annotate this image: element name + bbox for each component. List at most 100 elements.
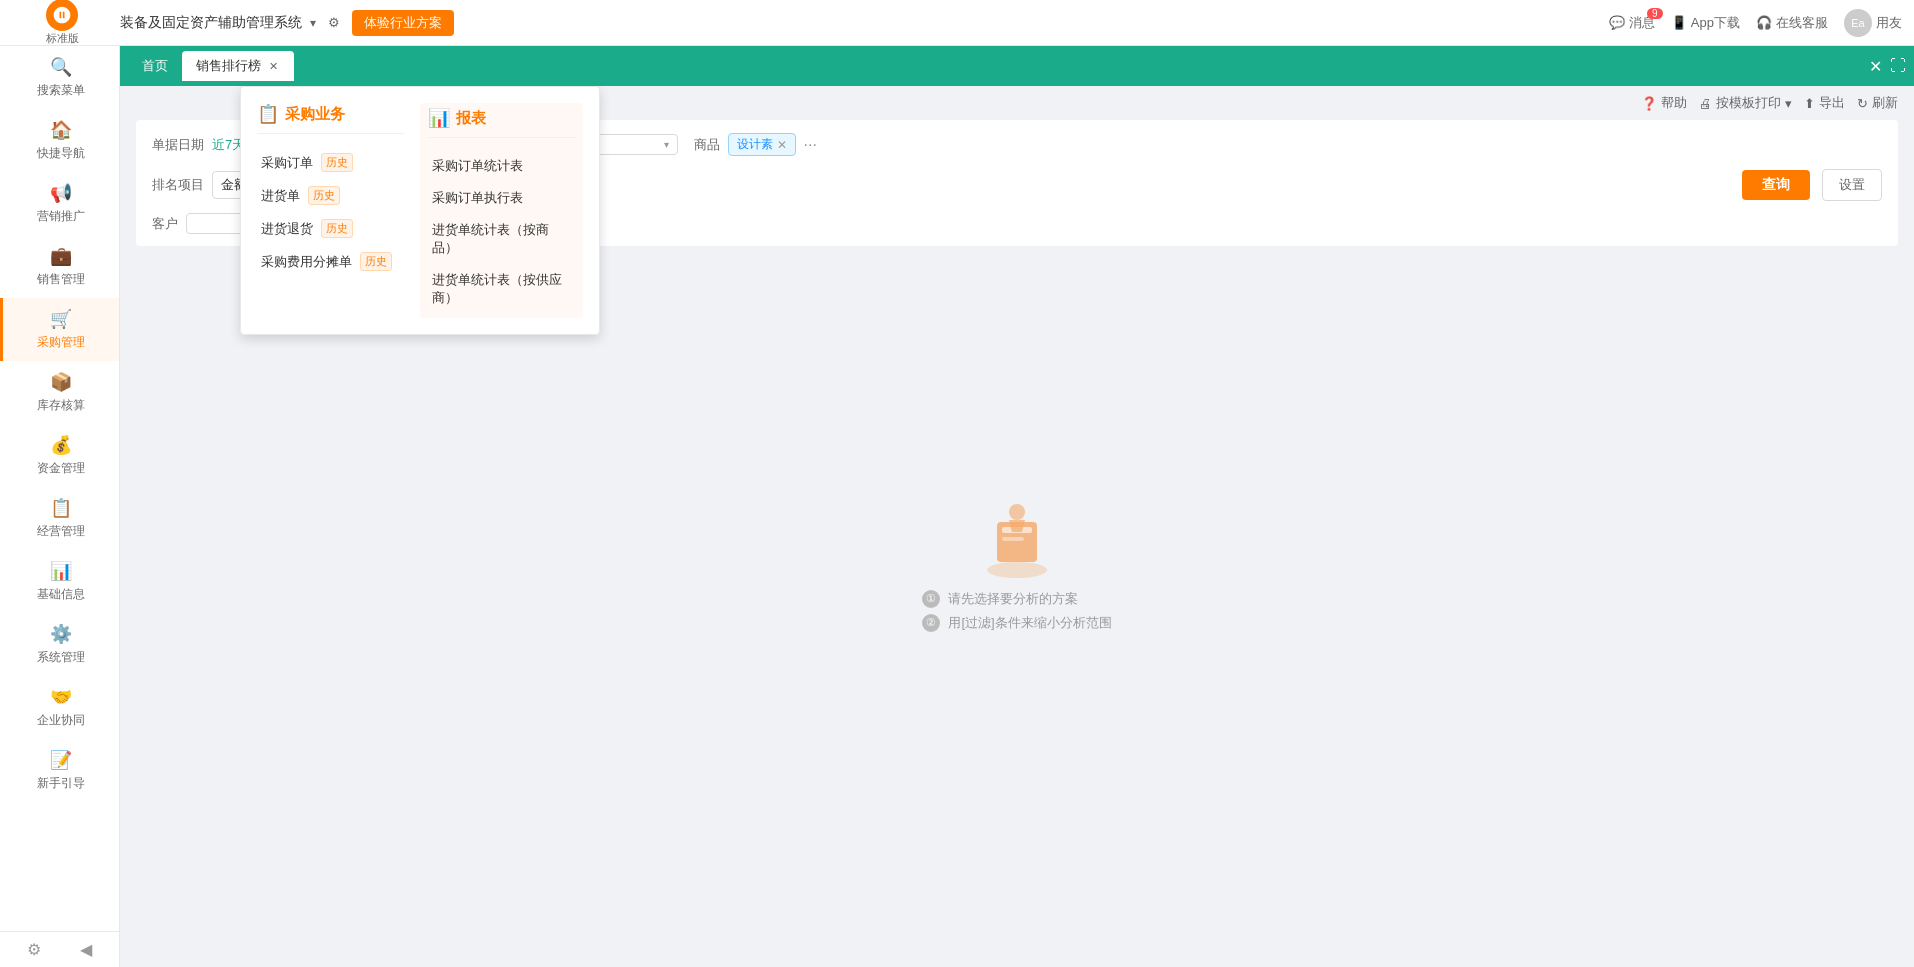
tab-home-label: 首页 bbox=[142, 57, 168, 75]
user-btn[interactable]: Ea 用友 bbox=[1844, 9, 1902, 37]
dropdown-item-incoming[interactable]: 进货单 历史 bbox=[257, 179, 404, 212]
dropdown-item-po-stats[interactable]: 采购订单统计表 bbox=[428, 150, 575, 182]
dropdown-item-po-exec[interactable]: 采购订单执行表 bbox=[428, 182, 575, 214]
logo-area: 标准版 bbox=[12, 0, 112, 46]
sidebar-item-operations[interactable]: 📋 经营管理 bbox=[0, 487, 119, 550]
dropdown-item-incoming-stats-product[interactable]: 进货单统计表（按商品） bbox=[428, 214, 575, 264]
report-section: 📊 报表 采购订单统计表 采购订单执行表 进货单统计表（按商品） bbox=[420, 103, 583, 318]
sidebar-item-system[interactable]: ⚙️ 系统管理 bbox=[0, 613, 119, 676]
dropdown-menu: 📋 采购业务 采购订单 历史 进货单 历史 进货退货 bbox=[240, 86, 600, 335]
sidebar-label-inventory: 库存核算 bbox=[37, 397, 85, 414]
history-badge-2: 历史 bbox=[308, 186, 340, 205]
dropdown-item-cost-split[interactable]: 采购费用分摊单 历史 bbox=[257, 245, 404, 278]
funds-icon: 💰 bbox=[50, 434, 72, 456]
tab-sales-ranking[interactable]: 销售排行榜 ✕ bbox=[182, 51, 294, 81]
sidebar-label-search: 搜索菜单 bbox=[37, 82, 85, 99]
po-stats-label: 采购订单统计表 bbox=[432, 157, 523, 175]
sidebar-settings-btn[interactable]: ⚙ bbox=[27, 940, 41, 959]
user-avatar-text: Ea bbox=[1851, 17, 1864, 29]
user-avatar: Ea bbox=[1844, 9, 1872, 37]
marketing-icon: 📢 bbox=[50, 182, 72, 204]
purchase-section-label: 采购业务 bbox=[285, 105, 345, 124]
sidebar: 🔍 搜索菜单 🏠 快捷导航 📢 营销推广 💼 销售管理 🛒 采购管理 📦 库存核… bbox=[0, 46, 120, 967]
purchase-section: 📋 采购业务 采购订单 历史 进货单 历史 进货退货 bbox=[257, 103, 404, 318]
rank-item-label: 排名项目 bbox=[152, 176, 204, 194]
header-settings-btn[interactable]: ⚙ bbox=[324, 11, 344, 34]
dropdown-item-incoming-stats-supplier[interactable]: 进货单统计表（按供应商） bbox=[428, 264, 575, 314]
dropdown-overlay: 📋 采购业务 采购订单 历史 进货单 历史 进货退货 bbox=[240, 86, 1914, 967]
home-icon: 🏠 bbox=[50, 119, 72, 141]
incoming-label: 进货单 bbox=[261, 187, 300, 205]
enterprise-icon: 🤝 bbox=[50, 686, 72, 708]
search-icon: 🔍 bbox=[50, 56, 72, 78]
report-section-title: 📊 报表 bbox=[428, 107, 575, 138]
sidebar-item-inventory[interactable]: 📦 库存核算 bbox=[0, 361, 119, 424]
purchase-order-label: 采购订单 bbox=[261, 154, 313, 172]
return-label: 进货退货 bbox=[261, 220, 313, 238]
tab-close-icon[interactable]: ✕ bbox=[267, 58, 280, 75]
sidebar-item-basic-info[interactable]: 📊 基础信息 bbox=[0, 550, 119, 613]
app-download-btn[interactable]: 📱 App下载 bbox=[1671, 14, 1740, 32]
sidebar-label-operations: 经营管理 bbox=[37, 523, 85, 540]
system-dropdown-btn[interactable]: ▾ bbox=[310, 16, 316, 30]
purchase-icon: 🛒 bbox=[50, 308, 72, 330]
po-exec-label: 采购订单执行表 bbox=[432, 189, 523, 207]
dropdown-item-return[interactable]: 进货退货 历史 bbox=[257, 212, 404, 245]
history-badge-4: 历史 bbox=[360, 252, 392, 271]
dropdown-item-purchase-order[interactable]: 采购订单 历史 bbox=[257, 146, 404, 179]
app-download-label: App下载 bbox=[1691, 14, 1740, 32]
online-service-label: 在线客服 bbox=[1776, 14, 1828, 32]
purchase-section-icon: 📋 bbox=[257, 103, 279, 125]
sidebar-label-marketing: 营销推广 bbox=[37, 208, 85, 225]
sidebar-label-basic-info: 基础信息 bbox=[37, 586, 85, 603]
sidebar-label-purchase: 采购管理 bbox=[37, 334, 85, 351]
tab-bar-right: ✕ ⛶ bbox=[1869, 57, 1906, 76]
customer-label: 客户 bbox=[152, 215, 178, 233]
tab-home[interactable]: 首页 bbox=[128, 51, 182, 81]
history-badge-1: 历史 bbox=[321, 153, 353, 172]
date-label: 单据日期 bbox=[152, 136, 204, 154]
phone-icon: 📱 bbox=[1671, 15, 1687, 30]
purchase-section-title: 📋 采购业务 bbox=[257, 103, 404, 134]
sidebar-item-search[interactable]: 🔍 搜索菜单 bbox=[0, 46, 119, 109]
sidebar-item-quick-nav[interactable]: 🏠 快捷导航 bbox=[0, 109, 119, 172]
online-service-btn[interactable]: 🎧 在线客服 bbox=[1756, 14, 1828, 32]
sidebar-label-funds: 资金管理 bbox=[37, 460, 85, 477]
sidebar-bottom: ⚙ ◀ bbox=[0, 931, 119, 967]
sidebar-item-funds[interactable]: 💰 资金管理 bbox=[0, 424, 119, 487]
sidebar-item-sales[interactable]: 💼 销售管理 bbox=[0, 235, 119, 298]
sidebar-item-enterprise[interactable]: 🤝 企业协同 bbox=[0, 676, 119, 739]
sidebar-item-purchase[interactable]: 🛒 采购管理 bbox=[0, 298, 119, 361]
tab-maximize-btn[interactable]: ⛶ bbox=[1890, 57, 1906, 76]
sidebar-label-system: 系统管理 bbox=[37, 649, 85, 666]
inventory-icon: 📦 bbox=[50, 371, 72, 393]
guide-icon: 📝 bbox=[50, 749, 72, 771]
page-content: ❓ 帮助 🖨 按模板打印 ▾ ⬆ 导出 ↻ 刷新 bbox=[120, 86, 1914, 967]
operations-icon: 📋 bbox=[50, 497, 72, 519]
sidebar-label-guide: 新手引导 bbox=[37, 775, 85, 792]
logo-icon bbox=[46, 0, 78, 31]
tab-close-all-btn[interactable]: ✕ bbox=[1869, 57, 1882, 76]
cost-split-label: 采购费用分摊单 bbox=[261, 253, 352, 271]
message-badge: 9 bbox=[1647, 8, 1663, 19]
sidebar-label-enterprise: 企业协同 bbox=[37, 712, 85, 729]
main-container: 🔍 搜索菜单 🏠 快捷导航 📢 营销推广 💼 销售管理 🛒 采购管理 📦 库存核… bbox=[0, 46, 1914, 967]
report-section-icon: 📊 bbox=[428, 107, 450, 129]
sidebar-collapse-btn[interactable]: ◀ bbox=[80, 940, 92, 959]
sales-icon: 💼 bbox=[50, 245, 72, 267]
user-label: 用友 bbox=[1876, 14, 1902, 32]
message-btn[interactable]: 💬 消息 9 bbox=[1609, 14, 1655, 32]
service-icon: 🎧 bbox=[1756, 15, 1772, 30]
sidebar-label-quick-nav: 快捷导航 bbox=[37, 145, 85, 162]
history-badge-3: 历史 bbox=[321, 219, 353, 238]
top-header: 标准版 装备及固定资产辅助管理系统 ▾ ⚙ 体验行业方案 💬 消息 9 📱 Ap… bbox=[0, 0, 1914, 46]
header-right: 💬 消息 9 📱 App下载 🎧 在线客服 Ea 用友 bbox=[1609, 9, 1902, 37]
incoming-stats-supplier-label: 进货单统计表（按供应商） bbox=[432, 271, 571, 307]
content-area: 首页 销售排行榜 ✕ ✕ ⛶ ❓ 帮助 🖨 按模板打印 bbox=[120, 46, 1914, 967]
industry-btn[interactable]: 体验行业方案 bbox=[352, 10, 454, 36]
sidebar-item-guide[interactable]: 📝 新手引导 bbox=[0, 739, 119, 802]
system-icon: ⚙️ bbox=[50, 623, 72, 645]
sidebar-item-marketing[interactable]: 📢 营销推广 bbox=[0, 172, 119, 235]
basic-info-icon: 📊 bbox=[50, 560, 72, 582]
logo-text: 标准版 bbox=[46, 31, 79, 46]
